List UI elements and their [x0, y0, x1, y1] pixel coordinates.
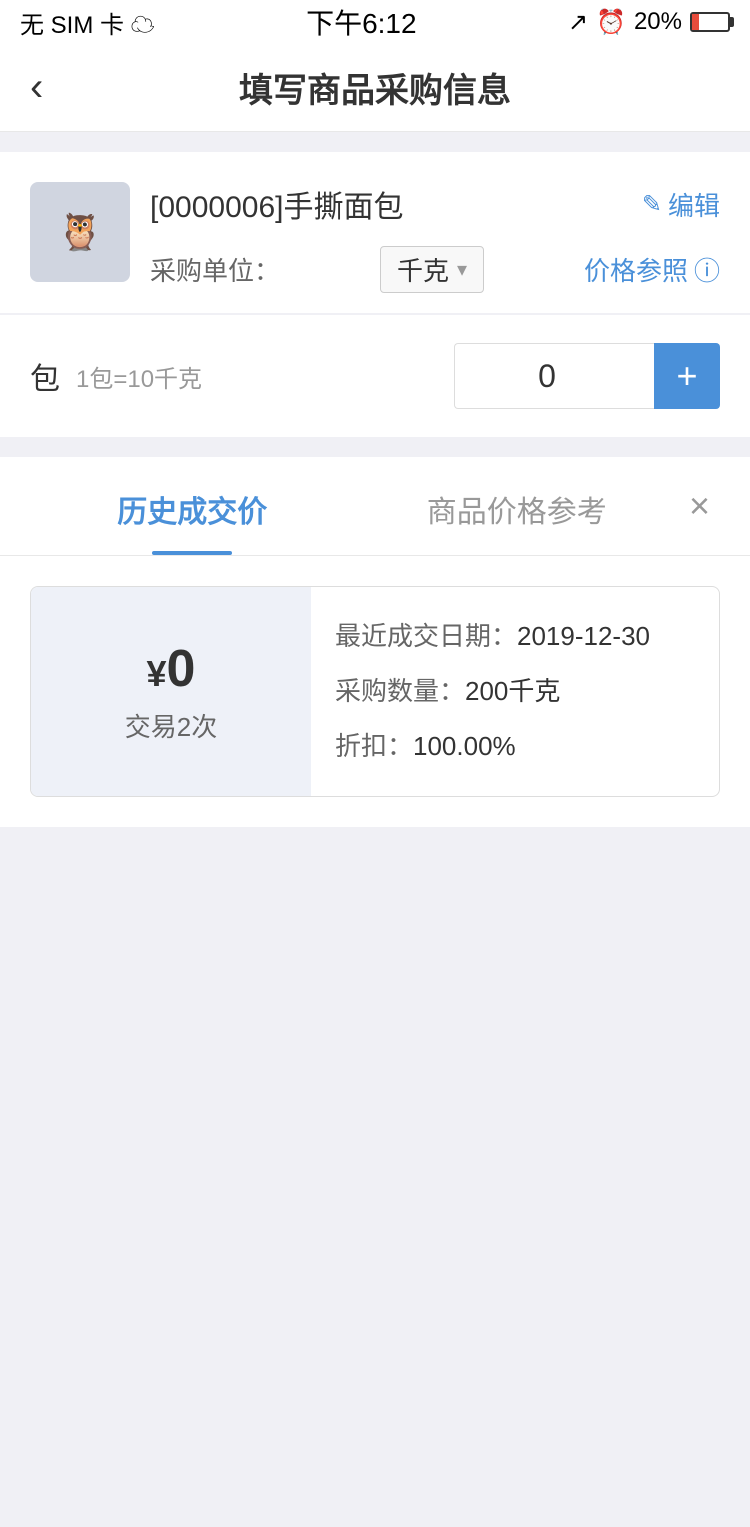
product-info: [0000006]手撕面包 ✎ 编辑 采购单位： 千克 ▾ 价格参照 ⓘ [150, 182, 720, 293]
battery-percent: 20% [634, 8, 682, 36]
edit-label: 编辑 [668, 186, 720, 223]
tab-product-price-ref[interactable]: 商品价格参考 [354, 457, 678, 555]
back-button[interactable]: ‹ [30, 65, 43, 110]
quantity-label-group: 包 1包=10千克 [30, 354, 202, 398]
product-name-row: [0000006]手撕面包 ✎ 编辑 [150, 182, 720, 226]
status-left: 无 SIM 卡 ☁ [20, 5, 155, 40]
card-details-panel: 最近成交日期：2019-12-30 采购数量：200千克 折扣：100.00% [311, 587, 719, 796]
card-price-panel: ¥0 交易2次 [31, 587, 311, 796]
history-content: ¥0 交易2次 最近成交日期：2019-12-30 采购数量：200千克 折扣：… [0, 556, 750, 827]
trade-count: 交易2次 [125, 707, 217, 744]
price-number: 0 [167, 640, 196, 698]
unit-value: 千克 [397, 251, 449, 288]
status-time: 下午6:12 [306, 2, 417, 42]
product-image: 🦉 [30, 182, 130, 282]
purchase-unit-row: 采购单位： 千克 ▾ 价格参照 ⓘ [150, 246, 720, 293]
page-title: 填写商品采购信息 [239, 63, 511, 112]
tabs-close-button[interactable]: × [679, 485, 720, 527]
product-name: [0000006]手撕面包 [150, 182, 403, 226]
quantity-conversion: 1包=10千克 [76, 359, 202, 394]
purchase-unit-label: 采购单位： [150, 251, 280, 288]
history-card: ¥0 交易2次 最近成交日期：2019-12-30 采购数量：200千克 折扣：… [30, 586, 720, 797]
discount-row: 折扣：100.00% [335, 727, 695, 766]
status-bar: 无 SIM 卡 ☁ 下午6:12 ↗ ⏰ 20% [0, 0, 750, 44]
quantity-section: 包 1包=10千克 + [0, 315, 750, 437]
discount-value: 100.00% [413, 731, 516, 761]
edit-icon: ✎ [642, 190, 662, 219]
tab-history-price[interactable]: 历史成交价 [30, 457, 354, 555]
dropdown-arrow-icon: ▾ [457, 257, 467, 282]
purchase-quantity-value: 200千克 [465, 676, 560, 706]
purchase-quantity-label: 采购数量： [335, 676, 465, 706]
purchase-quantity-row: 采购数量：200千克 [335, 672, 695, 711]
product-section: 🦉 [0000006]手撕面包 ✎ 编辑 采购单位： 千克 ▾ 价格参照 ⓘ [0, 152, 750, 313]
quantity-input[interactable] [454, 343, 654, 409]
alarm-icon: ⏰ [596, 8, 626, 37]
recent-date-value: 2019-12-30 [517, 621, 650, 651]
main-content-area [0, 827, 750, 1527]
recent-date-row: 最近成交日期：2019-12-30 [335, 617, 695, 656]
price-ref-label: 价格参照 [584, 251, 688, 288]
quantity-unit-label: 包 [30, 354, 60, 398]
edit-button[interactable]: ✎ 编辑 [642, 186, 720, 223]
product-logo-icon: 🦉 [58, 211, 103, 253]
location-icon: ↗ [568, 8, 588, 37]
quantity-plus-button[interactable]: + [654, 343, 720, 409]
nav-bar: ‹ 填写商品采购信息 [0, 44, 750, 132]
discount-label: 折扣： [335, 731, 413, 761]
currency-symbol: ¥ [147, 653, 167, 694]
status-right: ↗ ⏰ 20% [568, 8, 730, 37]
tabs-section: 历史成交价 商品价格参考 × ¥0 交易2次 最近成交日期：2019-12-30… [0, 457, 750, 827]
card-price-value: ¥0 [147, 639, 196, 699]
battery-icon [690, 12, 730, 32]
quantity-input-group: + [454, 343, 720, 409]
price-reference-button[interactable]: 价格参照 ⓘ [584, 251, 720, 288]
help-icon: ⓘ [694, 251, 720, 288]
tabs-header: 历史成交价 商品价格参考 × [0, 457, 750, 556]
sim-status: 无 SIM 卡 ☁ [20, 5, 155, 40]
recent-date-label: 最近成交日期： [335, 621, 517, 651]
unit-select-dropdown[interactable]: 千克 ▾ [380, 246, 484, 293]
